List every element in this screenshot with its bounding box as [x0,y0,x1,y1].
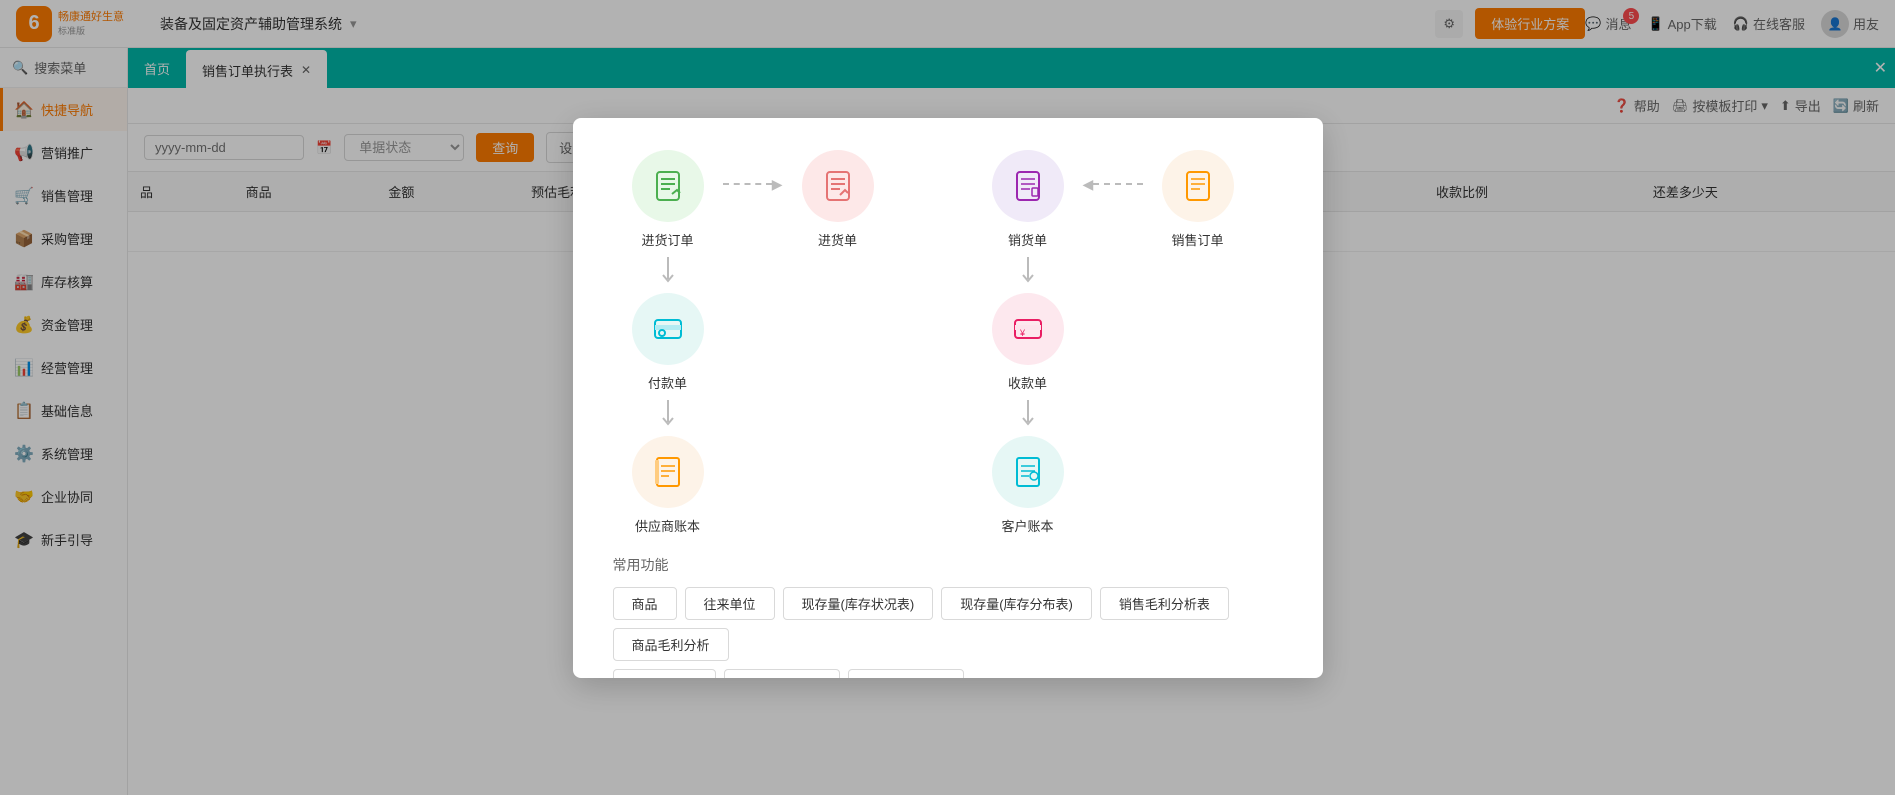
flow-left-col: 进货订单 付款单 [613,150,723,535]
modal-overlay[interactable]: 进货订单 付款单 [0,0,1895,795]
sales-bill-icon [992,150,1064,222]
sales-order-label: 销售订单 [1171,230,1223,249]
flow-center-left-col: 进货单 [783,150,893,249]
common-btn-stock-status[interactable]: 现存量(库存状况表) [783,587,934,620]
common-section-title: 常用功能 [613,555,1283,575]
down-arrow-2 [659,396,677,432]
flow-node-supplier-ledger[interactable]: 供应商账本 [613,436,723,535]
common-buttons-row2: 销售排行榜 收款情况统计 付款情况统计 [613,669,1283,678]
common-btn-payment-stat[interactable]: 付款情况统计 [848,669,964,678]
common-btn-receipt-stat[interactable]: 收款情况统计 [724,669,840,678]
purchase-bill-label: 进货单 [818,230,857,249]
down-arrow-4 [1019,396,1037,432]
receipt-icon: ¥ [992,293,1064,365]
flow-node-customer-ledger[interactable]: 客户账本 [973,436,1083,535]
flow-node-purchase-bill[interactable]: 进货单 [783,150,893,249]
customer-ledger-icon [992,436,1064,508]
customer-ledger-label: 客户账本 [1001,516,1053,535]
down-arrow-1 [659,253,677,289]
flow-node-receipt[interactable]: ¥ 收款单 [973,293,1083,392]
supplier-ledger-icon [632,436,704,508]
flow-node-sales-order[interactable]: 销售订单 [1143,150,1253,249]
purchase-order-icon [632,150,704,222]
flow-node-purchase-order[interactable]: 进货订单 [613,150,723,249]
flow-right-col: 销售订单 [1143,150,1253,249]
svg-text:¥: ¥ [1019,328,1026,338]
common-section: 常用功能 商品 往来单位 现存量(库存状况表) 现存量(库存分布表) 销售毛利分… [613,555,1283,678]
modal-content: 进货订单 付款单 [573,118,1323,678]
sales-bill-label: 销货单 [1008,230,1047,249]
common-btn-sales-rank[interactable]: 销售排行榜 [613,669,716,678]
common-btn-partner[interactable]: 往来单位 [685,587,775,620]
purchase-order-label: 进货订单 [641,230,693,249]
flow-diagram: 进货订单 付款单 [613,150,1283,535]
common-buttons-container: 商品 往来单位 现存量(库存状况表) 现存量(库存分布表) 销售毛利分析表 商品… [613,587,1283,661]
sales-order-icon [1162,150,1234,222]
modal-dialog: 进货订单 付款单 [573,118,1323,678]
down-arrow-3 [1019,253,1037,289]
common-btn-goods-profit[interactable]: 商品毛利分析 [613,628,729,661]
payment-icon [632,293,704,365]
h-arrow-1: ▶ [723,150,783,193]
common-btn-stock-dist[interactable]: 现存量(库存分布表) [941,587,1092,620]
flow-node-payment[interactable]: 付款单 [613,293,723,392]
common-btn-goods[interactable]: 商品 [613,587,677,620]
receipt-label: 收款单 [1008,373,1047,392]
flow-center-right-col: 销货单 ¥ 收款单 [973,150,1083,535]
supplier-ledger-label: 供应商账本 [635,516,700,535]
purchase-bill-icon [802,150,874,222]
common-btn-sales-profit[interactable]: 销售毛利分析表 [1100,587,1229,620]
h-arrow-2: ◀ [1083,150,1143,193]
payment-label: 付款单 [648,373,687,392]
flow-node-sales-bill[interactable]: 销货单 [973,150,1083,249]
